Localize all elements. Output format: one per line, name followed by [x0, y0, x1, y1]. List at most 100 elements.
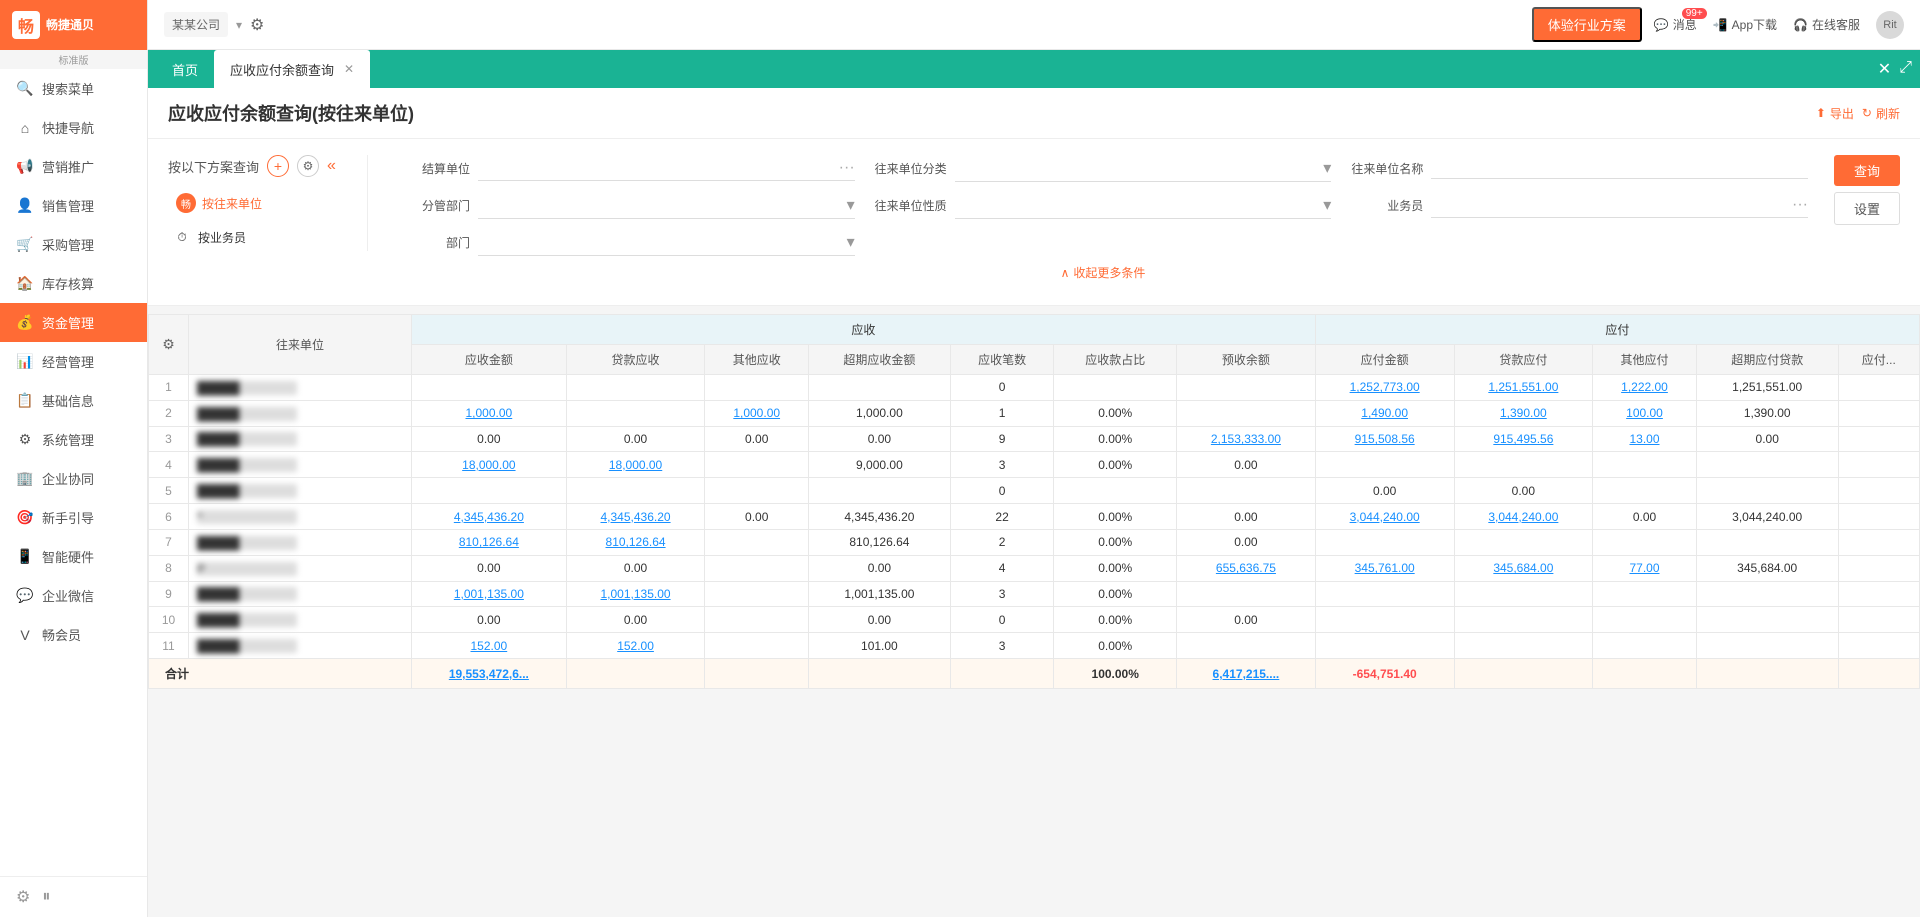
partner-nature-input[interactable]	[955, 198, 1324, 212]
table-row: 8P0.000.000.0040.00%655,636.75345,761.00…	[149, 555, 1920, 581]
footer-ar-overdue	[808, 659, 950, 689]
department-input[interactable]	[478, 235, 847, 249]
promo-button[interactable]: 体验行业方案	[1532, 7, 1642, 42]
sidebar-item-vip[interactable]: V 畅会员	[0, 615, 147, 654]
online-support-label: 在线客服	[1812, 16, 1860, 33]
query-button[interactable]: 查询	[1834, 155, 1900, 186]
partner-nature-arrow-icon[interactable]: ▾	[1323, 195, 1331, 215]
dept-arrow-icon[interactable]: ▾	[847, 195, 855, 215]
app-download-button[interactable]: 📲 App下载	[1713, 16, 1777, 33]
filter-top: 按以下方案查询 + ⚙ «	[168, 155, 347, 177]
app-download-label: App下载	[1732, 16, 1777, 33]
tab-maximize-icon[interactable]: ⤢	[1899, 59, 1912, 79]
sidebar-item-wechat[interactable]: 💬 企业微信	[0, 576, 147, 615]
tab-close-icon[interactable]: ✕	[344, 62, 354, 76]
tab-home[interactable]: 首页	[156, 50, 214, 88]
table-row: 9█████1,001,135.001,001,135.001,001,135.…	[149, 581, 1920, 607]
tab-ar-ap-query[interactable]: 应收应付余额查询 ✕	[214, 50, 370, 88]
partner-cell: █████	[189, 581, 412, 607]
sidebar-item-enterprise[interactable]: 🏢 企业协同	[0, 459, 147, 498]
filter-col-settlement: 结算单位 ···	[388, 155, 865, 182]
sidebar-item-marketing[interactable]: 📢 营销推广	[0, 147, 147, 186]
partner-header: 往来单位	[189, 315, 412, 375]
sidebar-item-smart-hw[interactable]: 📱 智能硬件	[0, 537, 147, 576]
support-icon: 🎧	[1793, 18, 1808, 32]
filter-col-dept: 分管部门 ▾	[388, 192, 865, 219]
logo-text: 畅捷通贝	[46, 18, 94, 32]
footer-ar-total[interactable]: 19,553,472,6...	[412, 659, 567, 689]
sidebar-item-label: 新手引导	[42, 508, 94, 527]
table-row: 7█████810,126.64810,126.64810,126.6420.0…	[149, 529, 1920, 555]
online-support-button[interactable]: 🎧 在线客服	[1793, 16, 1860, 33]
sidebar-item-label: 企业微信	[42, 586, 94, 605]
sales-icon: 👤	[16, 197, 34, 215]
ap-loan-header: 贷款应付	[1454, 345, 1593, 375]
footer-ap-overdue	[1696, 659, 1838, 689]
topbar: 某某公司 ▾ ⚙ 体验行业方案 💬 消息 99+ 📲 App下载 🎧 在线客服 …	[148, 0, 1920, 50]
sidebar-item-system[interactable]: ⚙ 系统管理	[0, 420, 147, 459]
salesman-dots-icon[interactable]: ···	[1792, 196, 1808, 214]
sidebar-item-inventory[interactable]: 🏠 库存核算	[0, 264, 147, 303]
partner-category-input[interactable]	[955, 161, 1324, 175]
department-arrow-icon[interactable]: ▾	[847, 232, 855, 252]
table-row: 2█████1,000.001,000.001,000.0010.00%1,49…	[149, 400, 1920, 426]
table-row: 1█████01,252,773.001,251,551.001,222.001…	[149, 375, 1920, 401]
settlement-dots-icon[interactable]: ···	[839, 159, 855, 177]
partner-nature-control: ▾	[955, 192, 1332, 219]
sidebar-item-label: 畅会员	[42, 625, 81, 644]
department-label: 部门	[398, 234, 470, 251]
sidebar-settings-icon[interactable]: ⚙	[16, 887, 30, 907]
refresh-button[interactable]: ↻ 刷新	[1862, 105, 1900, 122]
operations-icon: 📊	[16, 353, 34, 371]
sidebar-item-basic-info[interactable]: 📋 基础信息	[0, 381, 147, 420]
dept-input[interactable]	[478, 198, 847, 212]
partner-name-input[interactable]	[1431, 161, 1808, 175]
sidebar-collapse-icon[interactable]: ⏸	[42, 888, 50, 906]
filter-settings-icon[interactable]: ⚙	[297, 155, 319, 177]
filter-collapse-button[interactable]: ∧ 收起更多条件	[388, 256, 1818, 289]
sidebar-item-label: 营销推广	[42, 157, 94, 176]
partner-category-arrow-icon[interactable]: ▾	[1323, 158, 1331, 178]
settlement-input[interactable]	[478, 161, 839, 175]
footer-ap-more	[1838, 659, 1919, 689]
footer-ap-total: -654,751.40	[1315, 659, 1454, 689]
sidebar-item-operations[interactable]: 📊 经营管理	[0, 342, 147, 381]
table-area: ⚙ 往来单位 应收 应付 应收金额 贷款应	[148, 314, 1920, 689]
settings-button[interactable]: 设置	[1834, 192, 1900, 225]
topbar-gear-icon[interactable]: ⚙	[250, 15, 264, 35]
avatar[interactable]: Rit	[1876, 11, 1904, 39]
sidebar-item-purchase[interactable]: 🛒 采购管理	[0, 225, 147, 264]
vip-icon: V	[16, 626, 34, 644]
scheme-by-unit[interactable]: 畅 按往来单位	[168, 189, 347, 217]
chevron-down-icon: ▾	[236, 18, 242, 32]
scheme-by-staff[interactable]: ⏱ 按业务员	[168, 223, 347, 251]
app-icon: 📲	[1713, 18, 1728, 32]
sidebar-item-finance[interactable]: 💰 资金管理	[0, 303, 147, 342]
table-row: 5█████00.000.00	[149, 478, 1920, 504]
sidebar-item-search-menu[interactable]: 🔍 搜索菜单	[0, 69, 147, 108]
marketing-icon: 📢	[16, 158, 34, 176]
ar-other-header: 其他应收	[705, 345, 809, 375]
table-settings-icon[interactable]: ⚙	[162, 336, 175, 352]
tabbar: 首页 应收应付余额查询 ✕ ✕ ⤢	[148, 50, 1920, 88]
settlement-control: ···	[478, 156, 855, 181]
sidebar-item-guide[interactable]: 🎯 新手引导	[0, 498, 147, 537]
filter-add-button[interactable]: +	[267, 155, 289, 177]
sidebar-item-sales[interactable]: 👤 销售管理	[0, 186, 147, 225]
messages-button[interactable]: 💬 消息 99+	[1654, 16, 1697, 33]
filter-collapse-icon[interactable]: «	[327, 157, 336, 175]
filter-row-3: 部门 ▾	[388, 229, 1818, 256]
table-row: 6^4,345,436.204,345,436.200.004,345,436.…	[149, 504, 1920, 530]
footer-prepay[interactable]: 6,417,215....	[1177, 659, 1316, 689]
partner-cell: █████	[189, 633, 412, 659]
dept-label: 分管部门	[398, 197, 470, 214]
inventory-icon: 🏠	[16, 275, 34, 293]
payable-group-header: 应付	[1315, 315, 1919, 345]
filter-form: 结算单位 ··· 往来单位分类 ▾	[388, 155, 1818, 256]
tab-minimize-icon[interactable]: ✕	[1878, 59, 1891, 79]
salesman-input[interactable]	[1431, 198, 1792, 212]
sidebar-item-label: 搜索菜单	[42, 79, 94, 98]
export-button[interactable]: ⬆ 导出	[1816, 105, 1854, 122]
filter-area: 按以下方案查询 + ⚙ « 畅 按往来单位 ⏱ 按业务员	[148, 139, 1920, 306]
sidebar-item-quick-nav[interactable]: ⌂ 快捷导航	[0, 108, 147, 147]
